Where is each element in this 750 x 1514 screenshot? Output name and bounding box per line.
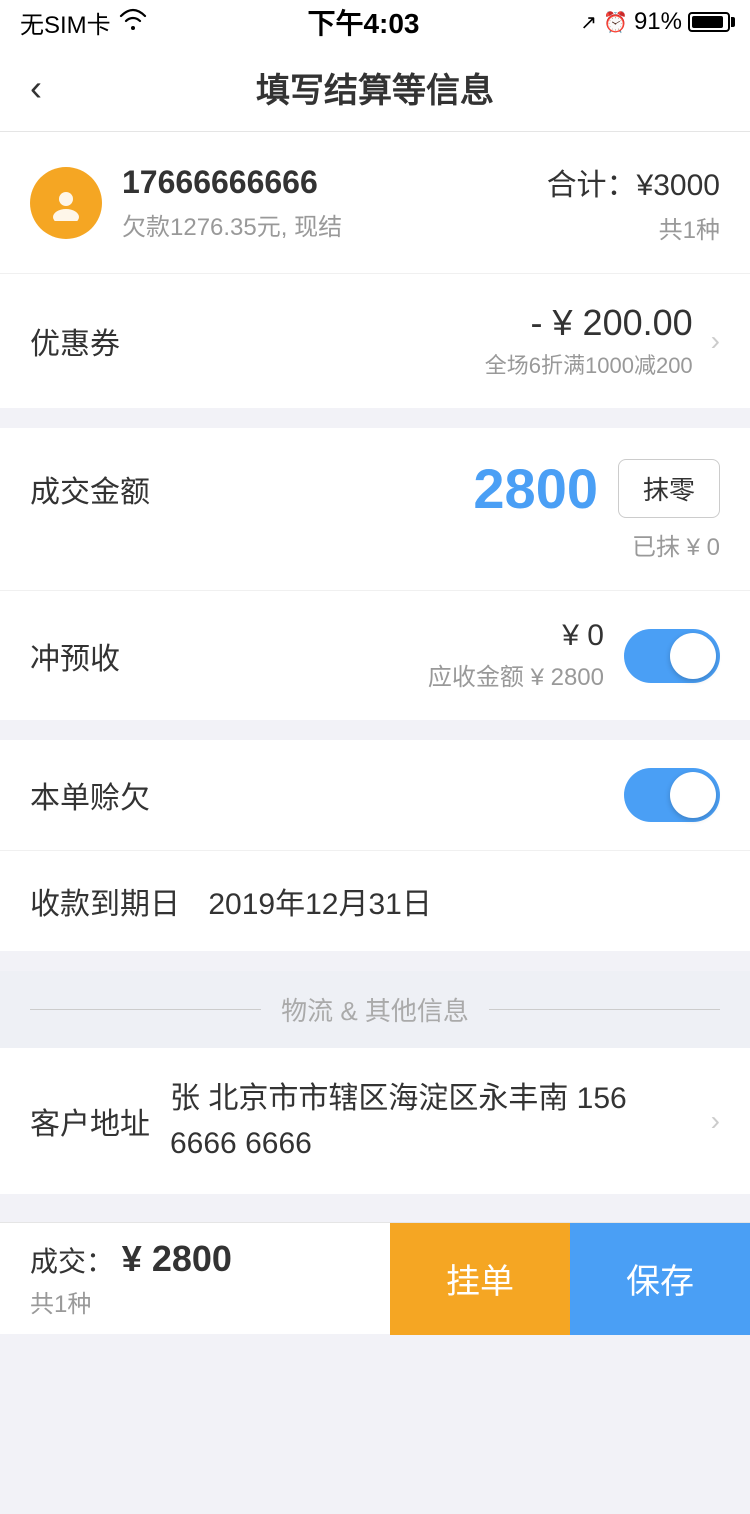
bottom-deal-label: 成交： (30, 1246, 114, 1277)
divider-line-right (489, 1009, 720, 1010)
user-phone: 17666666666 (122, 164, 342, 201)
prepay-row: 冲预收 ¥ 0 应收金额 ¥ 2800 (0, 590, 750, 720)
deal-amount-value: 2800 (473, 456, 598, 521)
prepay-amount: ¥ 0 (428, 619, 604, 653)
toggle-knob (670, 633, 716, 679)
coupon-label: 优惠券 (30, 319, 120, 363)
credit-label: 本单赊欠 (30, 773, 150, 817)
coupon-desc: 全场6折满1000减200 (485, 348, 693, 380)
location-icon: ↗ (580, 10, 597, 35)
bottom-deal-line: 成交： ¥ 2800 (30, 1238, 360, 1280)
prepay-sub: 应收金额 ¥ 2800 (428, 657, 604, 692)
section-divider-2 (0, 720, 750, 740)
user-row: 17666666666 欠款1276.35元, 现结 合计：¥3000 共1种 (0, 132, 750, 273)
coupon-amount: - ¥ 200.00 (485, 302, 693, 344)
address-chevron-icon: › (711, 1105, 720, 1137)
battery-fill (692, 16, 723, 28)
coupon-text-wrap: - ¥ 200.00 全场6折满1000减200 (485, 302, 693, 380)
coupon-chevron-icon: › (711, 325, 720, 357)
alarm-icon: ⏰ (603, 10, 628, 35)
section-divider-1 (0, 408, 750, 428)
deal-label: 成交金额 (30, 467, 150, 511)
battery-icon (688, 12, 730, 32)
status-left: 无SIM卡 (20, 5, 147, 40)
deal-section: 成交金额 2800 抹零 已抹 ¥ 0 (0, 428, 750, 590)
user-info-card: 17666666666 欠款1276.35元, 现结 合计：¥3000 共1种 … (0, 132, 750, 408)
divider-line-left (30, 1009, 261, 1010)
prepay-amount-wrap: ¥ 0 应收金额 ¥ 2800 (428, 619, 604, 692)
coupon-right: - ¥ 200.00 全场6折满1000减200 › (485, 302, 720, 380)
logistics-label: 物流 & 其他信息 (281, 991, 469, 1028)
user-left: 17666666666 欠款1276.35元, 现结 (30, 164, 342, 242)
bottom-deal-amount: ¥ 2800 (122, 1238, 232, 1279)
avatar (30, 167, 102, 239)
deal-sub: 已抹 ¥ 0 (30, 527, 720, 562)
deal-right: 2800 抹零 (473, 456, 720, 521)
round-button[interactable]: 抹零 (618, 459, 720, 518)
bottom-summary: 成交： ¥ 2800 共1种 (0, 1238, 390, 1319)
total-count: 共1种 (547, 210, 720, 245)
address-label: 客户地址 (30, 1099, 150, 1143)
battery-percent: 91% (634, 8, 682, 36)
carrier-label: 无SIM卡 (20, 5, 111, 40)
credit-toggle-knob (670, 772, 716, 818)
status-right: ↗ ⏰ 91% (580, 8, 730, 36)
duedate-value: 2019年12月31日 (208, 888, 431, 921)
deal-row: 成交金额 2800 抹零 (30, 456, 720, 521)
save-button[interactable]: 保存 (570, 1223, 750, 1335)
duedate-section: 收款到期日 2019年12月31日 (0, 850, 750, 951)
status-time: 下午4:03 (307, 2, 419, 42)
prepay-right: ¥ 0 应收金额 ¥ 2800 (428, 619, 720, 692)
user-right: 合计：¥3000 共1种 (547, 160, 720, 245)
coupon-row[interactable]: 优惠券 - ¥ 200.00 全场6折满1000减200 › (0, 273, 750, 408)
status-bar: 无SIM卡 下午4:03 ↗ ⏰ 91% (0, 0, 750, 44)
section-divider-3 (0, 951, 750, 971)
prepay-toggle[interactable] (624, 629, 720, 683)
address-value: 张 北京市市辖区海淀区永丰南 156 6666 6666 (170, 1076, 701, 1166)
duedate-label-text: 收款到期日 (30, 888, 180, 921)
wifi-icon (119, 8, 147, 37)
credit-section: 本单赊欠 (0, 740, 750, 850)
page-title: 填写结算等信息 (256, 63, 494, 112)
duedate-label: 收款到期日 2019年12月31日 (30, 888, 432, 921)
logistics-divider: 物流 & 其他信息 (0, 971, 750, 1048)
back-button[interactable]: ‹ (30, 67, 42, 109)
pending-button[interactable]: 挂单 (390, 1223, 570, 1335)
user-debt: 欠款1276.35元, 现结 (122, 207, 342, 242)
prepay-label: 冲预收 (30, 634, 120, 678)
user-info: 17666666666 欠款1276.35元, 现结 (122, 164, 342, 242)
nav-bar: ‹ 填写结算等信息 (0, 44, 750, 132)
bottom-bar: 成交： ¥ 2800 共1种 挂单 保存 (0, 1222, 750, 1334)
bottom-count: 共1种 (30, 1284, 360, 1319)
total-amount: 合计：¥3000 (547, 160, 720, 204)
credit-toggle[interactable] (624, 768, 720, 822)
address-section[interactable]: 客户地址 张 北京市市辖区海淀区永丰南 156 6666 6666 › (0, 1048, 750, 1194)
